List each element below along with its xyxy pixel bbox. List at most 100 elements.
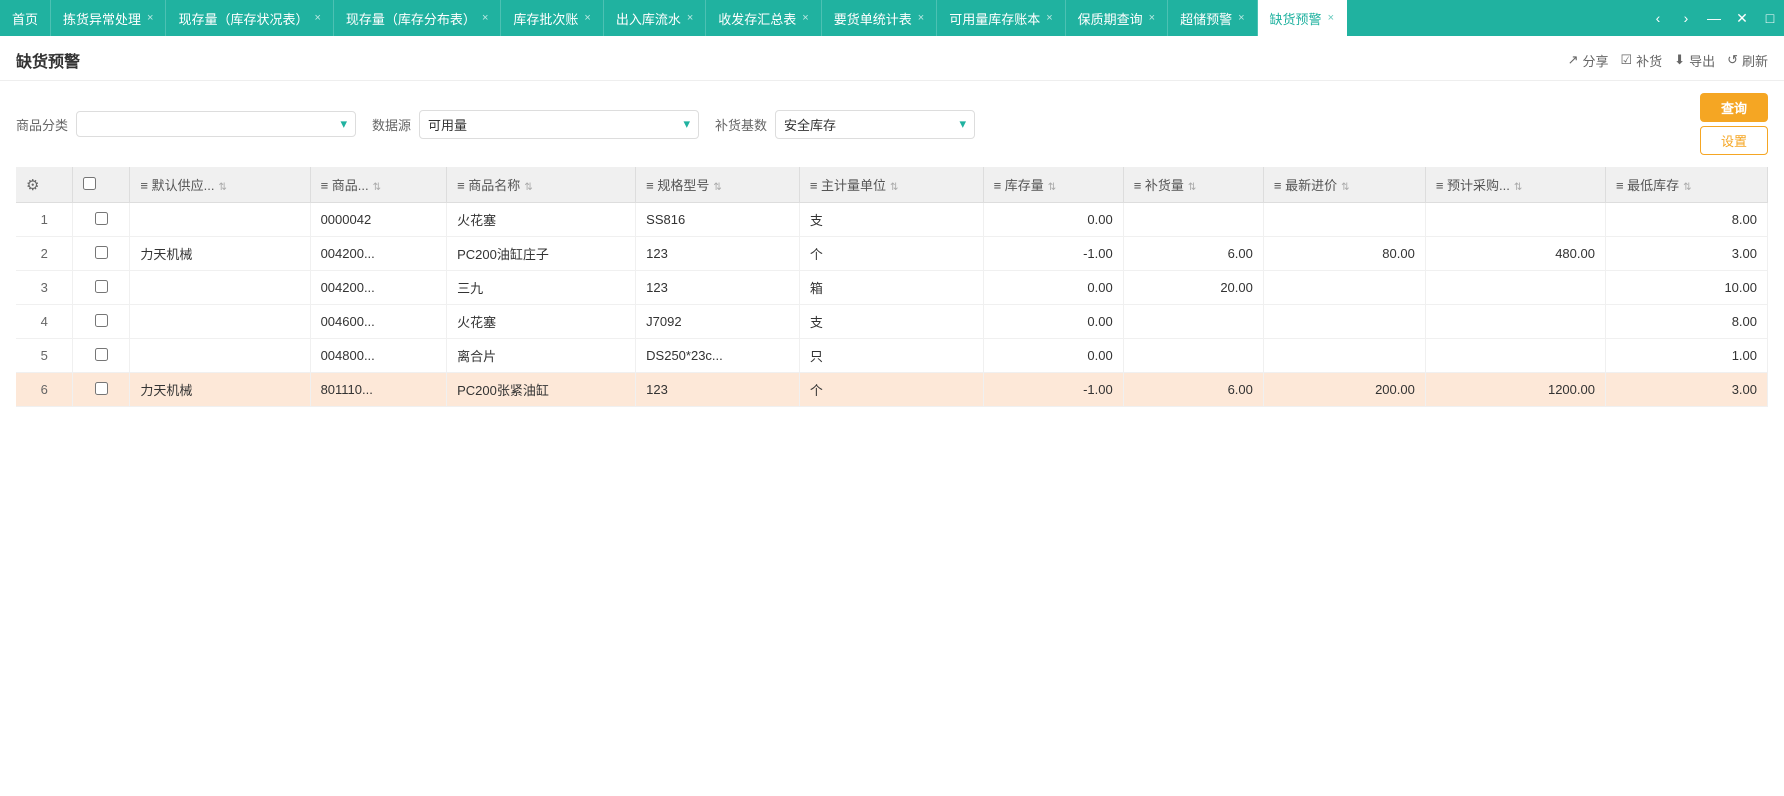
cell-min_stock-2: 3.00: [1605, 237, 1767, 271]
cell-unit-3: 箱: [799, 271, 983, 305]
tab-close-recv-summary[interactable]: ×: [802, 12, 808, 24]
tab-close-demand-stat[interactable]: ×: [918, 12, 924, 24]
tab-close-batch-account[interactable]: ×: [584, 12, 590, 24]
export-icon: ⬇: [1674, 52, 1685, 68]
col-header-stock[interactable]: ≡ 库存量⇅: [983, 167, 1123, 203]
tab-expand-btn[interactable]: □: [1756, 0, 1784, 36]
tab-item-avail-ledger[interactable]: 可用量库存账本 ×: [937, 0, 1065, 36]
tab-close-avail-ledger[interactable]: ×: [1046, 12, 1052, 24]
row-checkbox-5[interactable]: [73, 339, 130, 373]
tab-next-btn[interactable]: ›: [1672, 0, 1700, 36]
tab-label-avail-ledger: 可用量库存账本: [949, 9, 1040, 28]
cell-default_supplier-3: [130, 271, 310, 305]
col-header-replenish[interactable]: ≡ 补货量⇅: [1123, 167, 1263, 203]
tab-close-overstock[interactable]: ×: [1238, 12, 1244, 24]
cell-stock-5: 0.00: [983, 339, 1123, 373]
datasource-value: 可用量: [428, 115, 467, 134]
row-checkbox-6[interactable]: [73, 373, 130, 407]
datasource-select[interactable]: 可用量 ▾: [419, 110, 699, 139]
export-label: 导出: [1689, 51, 1715, 70]
cell-product_name-5: 离合片: [447, 339, 636, 373]
tab-item-batch-account[interactable]: 库存批次账 ×: [501, 0, 603, 36]
page-title: 缺货预警: [16, 48, 80, 72]
select-all-checkbox[interactable]: [83, 177, 96, 190]
cell-default_supplier-4: [130, 305, 310, 339]
filter-actions: 查询 设置: [1700, 93, 1768, 155]
tab-item-inventory-dist[interactable]: 现存量（库存分布表）×: [334, 0, 501, 36]
tab-label-recv-summary: 收发存汇总表: [718, 9, 796, 28]
cell-product_name-4: 火花塞: [447, 305, 636, 339]
cell-latest_price-2: 80.00: [1263, 237, 1425, 271]
tab-close-shortage[interactable]: ×: [1328, 12, 1334, 24]
tab-item-expire-query[interactable]: 保质期查询×: [1066, 0, 1168, 36]
tab-bar: 首页拣货异常处理×现存量（库存状况表）×现存量（库存分布表）×库存批次账×出入库…: [0, 0, 1784, 36]
sort-icon-est_purchase: ⇅: [1514, 182, 1522, 193]
cell-product_code-3: 004200...: [310, 271, 447, 305]
replenish-base-label: 补货基数: [715, 115, 767, 134]
tab-item-demand-stat[interactable]: 要货单统计表×: [822, 0, 937, 36]
datasource-label: 数据源: [372, 115, 411, 134]
cell-replenish-5: [1123, 339, 1263, 373]
cell-min_stock-5: 1.00: [1605, 339, 1767, 373]
tab-close-in-out-flow[interactable]: ×: [687, 12, 693, 24]
cell-product_code-6: 801110...: [310, 373, 447, 407]
cell-default_supplier-2: 力天机械: [130, 237, 310, 271]
tab-prev-btn[interactable]: ‹: [1644, 0, 1672, 36]
tab-close-defect-handle[interactable]: ×: [147, 12, 153, 24]
header-actions: ↗ 分享 ☑ 补货 ⬇ 导出 ↺ 刷新: [1568, 51, 1768, 70]
sort-icon-stock: ⇅: [1048, 182, 1056, 193]
category-select[interactable]: ▾: [76, 111, 356, 137]
sort-icon-default_supplier: ⇅: [218, 182, 226, 193]
cell-latest_price-5: [1263, 339, 1425, 373]
share-btn[interactable]: ↗ 分享: [1568, 51, 1609, 70]
settings-button[interactable]: 设置: [1700, 126, 1768, 155]
cell-est_purchase-5: [1425, 339, 1605, 373]
col-header-spec[interactable]: ≡ 规格型号⇅: [636, 167, 800, 203]
replenish-btn[interactable]: ☑ 补货: [1620, 51, 1662, 70]
tab-close-inventory-dist[interactable]: ×: [482, 12, 488, 24]
refresh-icon: ↺: [1727, 52, 1738, 68]
tab-label-batch-account: 库存批次账: [513, 9, 578, 28]
col-header-product_name[interactable]: ≡ 商品名称⇅: [447, 167, 636, 203]
page-content: 缺货预警 ↗ 分享 ☑ 补货 ⬇ 导出 ↺ 刷新 商品分类: [0, 36, 1784, 796]
col-label-replenish: ≡ 补货量: [1134, 178, 1184, 193]
tab-item-inventory-status[interactable]: 现存量（库存状况表）×: [166, 0, 333, 36]
col-label-default_supplier: ≡ 默认供应...: [140, 178, 214, 193]
cell-est_purchase-4: [1425, 305, 1605, 339]
col-header-unit[interactable]: ≡ 主计量单位⇅: [799, 167, 983, 203]
refresh-btn[interactable]: ↺ 刷新: [1727, 51, 1768, 70]
tab-item-in-out-flow[interactable]: 出入库流水×: [604, 0, 706, 36]
col-header-latest_price[interactable]: ≡ 最新进价⇅: [1263, 167, 1425, 203]
tab-item-overstock[interactable]: 超储预警×: [1168, 0, 1257, 36]
row-checkbox-1[interactable]: [73, 203, 130, 237]
export-btn[interactable]: ⬇ 导出: [1674, 51, 1715, 70]
row-checkbox-4[interactable]: [73, 305, 130, 339]
tab-close-inventory-status[interactable]: ×: [314, 12, 320, 24]
tab-close-expire-query[interactable]: ×: [1149, 12, 1155, 24]
col-header-settings: ⚙: [16, 167, 73, 203]
data-table: ⚙≡ 默认供应...⇅≡ 商品...⇅≡ 商品名称⇅≡ 规格型号⇅≡ 主计量单位…: [16, 167, 1768, 407]
tab-item-shortage[interactable]: 缺货预警×: [1258, 0, 1347, 36]
cell-product_code-5: 004800...: [310, 339, 447, 373]
col-header-min_stock[interactable]: ≡ 最低库存⇅: [1605, 167, 1767, 203]
query-button[interactable]: 查询: [1700, 93, 1768, 122]
gear-icon[interactable]: ⚙: [26, 177, 39, 194]
row-checkbox-2[interactable]: [73, 237, 130, 271]
tab-item-defect-handle[interactable]: 拣货异常处理 ×: [51, 0, 166, 36]
row-checkbox-3[interactable]: [73, 271, 130, 305]
tab-label-defect-handle: 拣货异常处理: [63, 9, 141, 28]
tab-item-recv-summary[interactable]: 收发存汇总表 ×: [706, 0, 821, 36]
col-label-unit: ≡ 主计量单位: [810, 178, 886, 193]
replenish-base-select[interactable]: 安全库存 ▾: [775, 110, 975, 139]
col-header-product_code[interactable]: ≡ 商品...⇅: [310, 167, 447, 203]
tab-close-all-btn[interactable]: ✕: [1728, 0, 1756, 36]
col-header-default_supplier[interactable]: ≡ 默认供应... ⇅: [130, 167, 310, 203]
col-label-min_stock: ≡ 最低库存: [1616, 178, 1679, 193]
col-header-est_purchase[interactable]: ≡ 预计采购...⇅: [1425, 167, 1605, 203]
cell-spec-4: J7092: [636, 305, 800, 339]
tab-item-home[interactable]: 首页: [0, 0, 51, 36]
tab-minimize-btn[interactable]: —: [1700, 0, 1728, 36]
table-row: 5004800...离合片DS250*23c...只0.001.00: [16, 339, 1768, 373]
datasource-filter-group: 数据源 可用量 ▾: [372, 110, 699, 139]
cell-unit-2: 个: [799, 237, 983, 271]
